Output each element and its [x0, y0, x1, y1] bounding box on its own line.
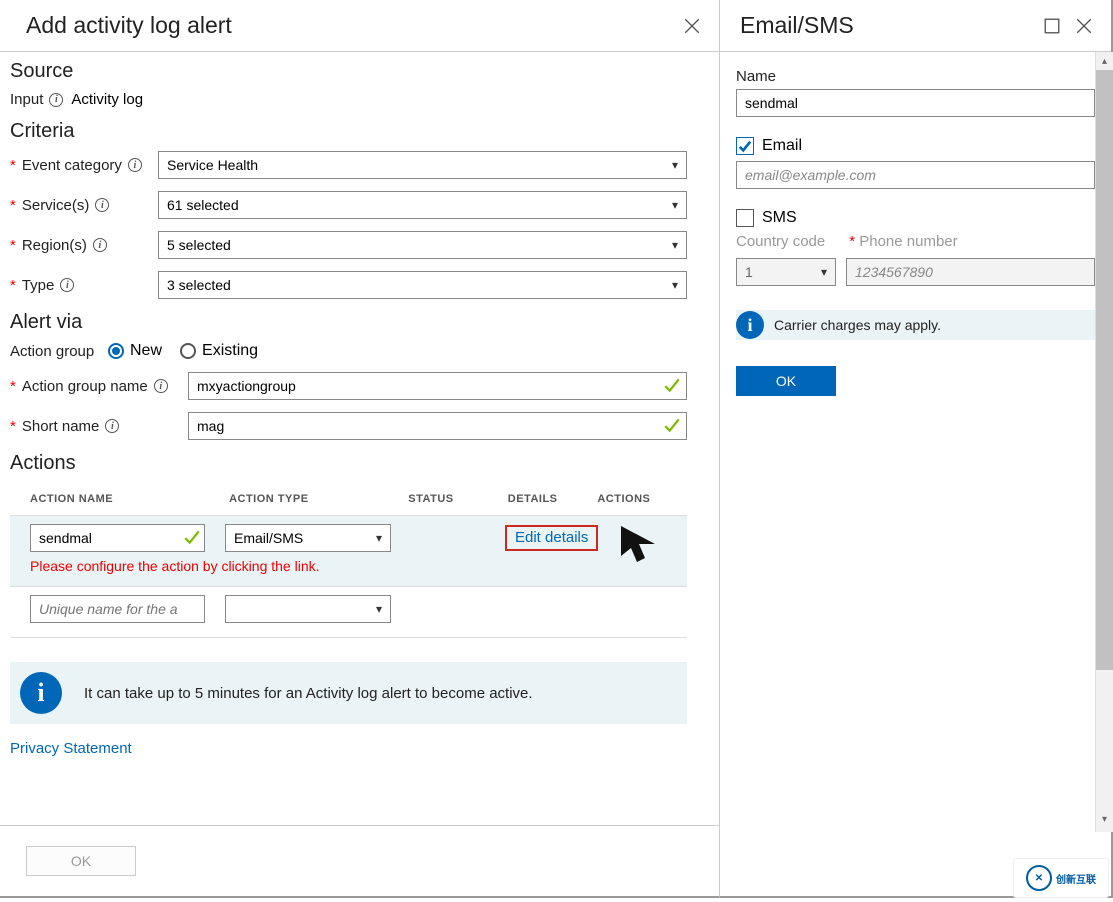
info-banner: i It can take up to 5 minutes for an Act… — [10, 662, 687, 724]
watermark: ✕ 创新互联 — [1013, 858, 1109, 898]
right-title: Email/SMS — [740, 12, 854, 39]
chevron-down-icon: ▾ — [672, 238, 678, 252]
action-name-input-empty[interactable] — [30, 595, 205, 623]
input-value: Activity log — [71, 91, 143, 108]
email-sms-panel: Email/SMS Name Email SMS Country code — [720, 0, 1113, 898]
configure-message: Please configure the action by clicking … — [10, 556, 687, 587]
right-body: Name Email SMS Country code * Phone numb… — [720, 52, 1111, 396]
close-icon[interactable] — [681, 15, 703, 37]
phone-label: Phone number — [859, 233, 957, 250]
chevron-down-icon: ▾ — [672, 158, 678, 172]
maximize-icon[interactable] — [1041, 15, 1063, 37]
info-icon[interactable]: i — [49, 93, 63, 107]
sms-label: SMS — [762, 209, 797, 227]
sms-checkbox[interactable] — [736, 209, 754, 227]
close-icon[interactable] — [1073, 15, 1095, 37]
services-dropdown[interactable]: 61 selected ▾ — [158, 191, 687, 219]
info-icon[interactable]: i — [93, 238, 107, 252]
left-title: Add activity log alert — [26, 12, 232, 39]
info-icon[interactable]: i — [154, 379, 168, 393]
privacy-link[interactable]: Privacy Statement — [10, 740, 132, 757]
country-code-select[interactable]: 1 ▾ — [736, 258, 836, 286]
col-status: STATUS — [408, 493, 508, 505]
ok-button-disabled: OK — [26, 846, 136, 876]
actions-table-head: ACTION NAME ACTION TYPE STATUS DETAILS A… — [10, 483, 687, 516]
action-name-input[interactable] — [30, 524, 205, 552]
criteria-heading: Criteria — [10, 120, 687, 143]
edit-details-link[interactable]: Edit details — [505, 525, 598, 551]
col-action-name: ACTION NAME — [30, 493, 229, 505]
chevron-down-icon: ▾ — [376, 531, 382, 545]
scroll-up-icon[interactable]: ▴ — [1096, 52, 1113, 70]
action-group-name-input[interactable] — [188, 372, 687, 400]
country-label: Country code — [736, 233, 825, 250]
type-dropdown[interactable]: 3 selected ▾ — [158, 271, 687, 299]
radio-circle-icon — [180, 343, 196, 359]
carrier-banner: i Carrier charges may apply. — [736, 310, 1095, 340]
action-row-empty: ▾ — [10, 587, 687, 638]
col-details: DETAILS — [508, 493, 598, 505]
left-header: Add activity log alert — [0, 0, 719, 52]
regions-dropdown[interactable]: 5 selected ▾ — [158, 231, 687, 259]
add-alert-panel: Add activity log alert Source Input i Ac… — [0, 0, 720, 898]
email-label: Email — [762, 137, 802, 155]
check-valid-icon — [663, 376, 681, 394]
scroll-down-icon[interactable]: ▾ — [1096, 810, 1113, 828]
action-type-select[interactable]: Email/SMS ▾ — [225, 524, 391, 552]
name-label: Name — [736, 68, 1095, 85]
col-action-type: ACTION TYPE — [229, 493, 408, 505]
info-icon[interactable]: i — [95, 198, 109, 212]
type-label: Type — [22, 277, 55, 294]
action-group-name-label: Action group name — [22, 378, 148, 395]
info-large-icon: i — [20, 672, 62, 714]
short-name-input[interactable] — [188, 412, 687, 440]
cursor-arrow-icon — [617, 526, 669, 567]
info-icon[interactable]: i — [60, 278, 74, 292]
email-input[interactable] — [736, 161, 1095, 189]
radio-circle-checked-icon — [108, 343, 124, 359]
info-icon[interactable]: i — [128, 158, 142, 172]
scrollbar-thumb[interactable] — [1096, 70, 1113, 670]
actions-heading: Actions — [10, 452, 687, 475]
scrollbar[interactable]: ▴ ▾ — [1095, 52, 1113, 832]
info-icon[interactable]: i — [105, 419, 119, 433]
info-small-icon: i — [736, 311, 764, 339]
alertvia-heading: Alert via — [10, 311, 687, 334]
input-label: Input — [10, 91, 43, 108]
services-label: Service(s) — [22, 197, 90, 214]
action-group-label: Action group — [10, 343, 108, 360]
chevron-down-icon: ▾ — [672, 278, 678, 292]
event-category-label: Event category — [22, 157, 122, 174]
input-row: Input i Activity log — [10, 91, 687, 108]
check-valid-icon — [663, 416, 681, 434]
source-heading: Source — [10, 60, 687, 83]
name-input[interactable] — [736, 89, 1095, 117]
ok-button[interactable]: OK — [736, 366, 836, 396]
check-valid-icon — [183, 528, 201, 546]
regions-label: Region(s) — [22, 237, 87, 254]
radio-existing[interactable]: Existing — [180, 342, 258, 360]
chevron-down-icon: ▾ — [672, 198, 678, 212]
left-body: Source Input i Activity log Criteria * E… — [0, 52, 719, 825]
chevron-down-icon: ▾ — [821, 265, 827, 279]
action-row-1: Email/SMS ▾ Edit details — [10, 516, 687, 556]
chevron-down-icon: ▾ — [376, 602, 382, 616]
left-footer: OK — [0, 825, 719, 896]
event-category-dropdown[interactable]: Service Health ▾ — [158, 151, 687, 179]
right-header: Email/SMS — [720, 0, 1111, 52]
email-checkbox[interactable] — [736, 137, 754, 155]
short-name-label: Short name — [22, 418, 100, 435]
action-type-select-empty[interactable]: ▾ — [225, 595, 391, 623]
col-actions: ACTIONS — [597, 493, 677, 505]
phone-input — [846, 258, 1095, 286]
radio-new[interactable]: New — [108, 342, 162, 360]
